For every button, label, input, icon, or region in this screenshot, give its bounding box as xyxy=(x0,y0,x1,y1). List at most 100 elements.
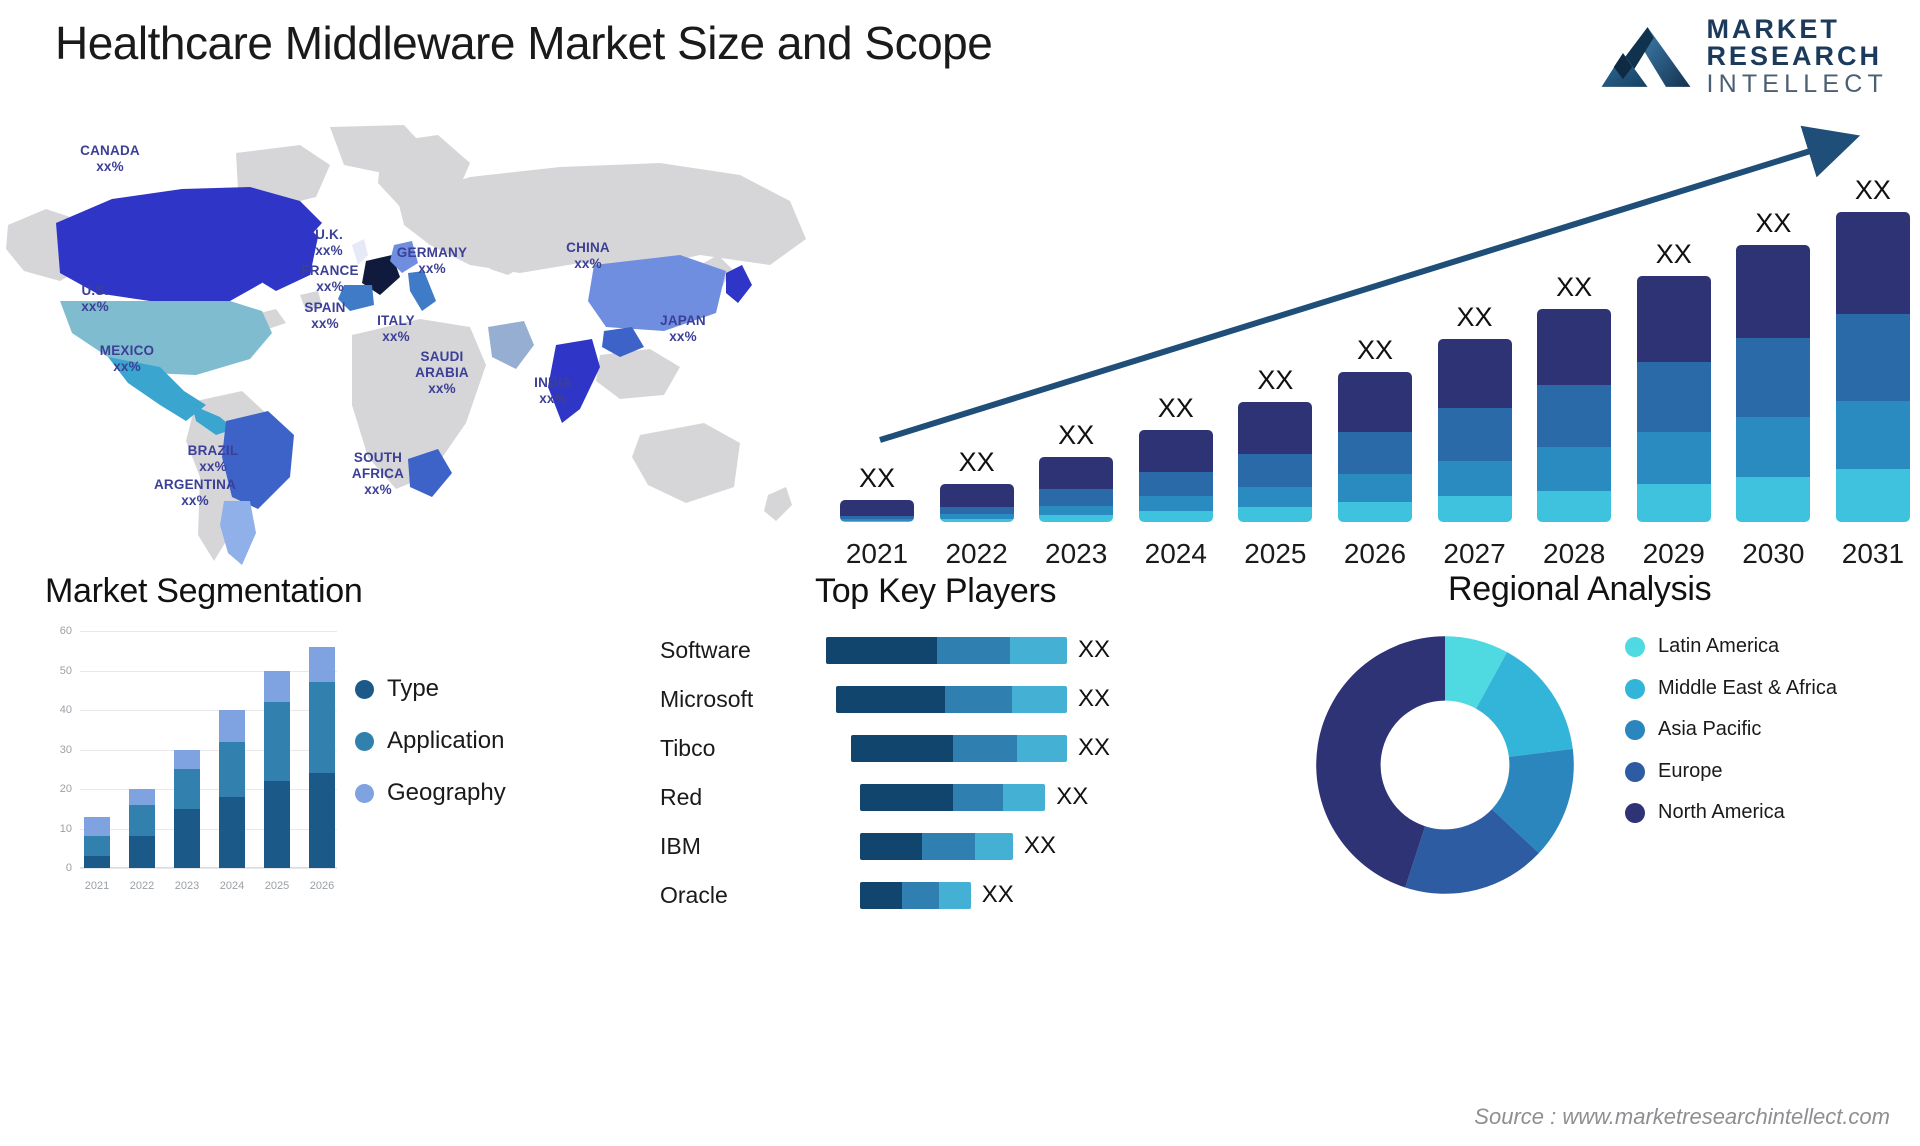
forecast-bar-stack xyxy=(1238,402,1313,522)
legend-dot-icon xyxy=(1625,803,1645,824)
segmentation-y-tick: 10 xyxy=(59,822,72,835)
source-note: Source : www.marketresearchintellect.com xyxy=(1474,1104,1890,1129)
forecast-segment-segment-2 xyxy=(1238,454,1313,487)
player-value-label: XX xyxy=(1077,636,1110,663)
forecast-bar-stack xyxy=(1736,244,1811,522)
forecast-year-2021: 2021 xyxy=(845,538,909,569)
forecast-segment-segment-2 xyxy=(1337,431,1412,475)
player-segment-part-2 xyxy=(952,783,1003,811)
player-row-red: Red XX xyxy=(650,777,1110,817)
regional-legend-label: Asia Pacific xyxy=(1658,718,1762,741)
forecast-segment-segment-2 xyxy=(1636,361,1711,433)
forecast-segment-segment-3 xyxy=(1437,460,1512,497)
player-segment-part-1 xyxy=(836,685,945,713)
forecast-bar-stack xyxy=(840,500,914,522)
forecast-segment-segment-3 xyxy=(1238,486,1313,508)
regional-legend-label: Europe xyxy=(1658,759,1723,782)
legend-dot-icon xyxy=(1625,678,1645,699)
segmentation-x-tick-2025: 2025 xyxy=(264,880,290,892)
logo-line-3: INTELLECT xyxy=(1706,70,1888,98)
forecast-year-2027: 2027 xyxy=(1443,538,1506,569)
world-map: CANADA xx% U.S. xx% MEXICO xx% BRAZIL xx% AR… xyxy=(0,105,830,570)
forecast-bar-label: XX xyxy=(1157,392,1194,423)
forecast-year-2029: 2029 xyxy=(1642,538,1705,569)
forecast-segment-segment-4 xyxy=(1337,501,1412,522)
legend-dot-icon xyxy=(355,783,374,803)
segmentation-gridline xyxy=(80,868,337,869)
map-label-brazil: BRAZIL xx% xyxy=(187,443,239,474)
page-title: Healthcare Middleware Market Size and Sc… xyxy=(55,17,993,69)
forecast-segment-segment-1 xyxy=(1337,371,1412,432)
forecast-segment-segment-4 xyxy=(1736,477,1811,522)
segmentation-legend-label: Application xyxy=(387,727,505,754)
player-value-label: XX xyxy=(1077,685,1110,712)
player-name: Software xyxy=(660,636,751,663)
forecast-segment-segment-3 xyxy=(1736,417,1811,478)
map-label-italy: ITALY xx% xyxy=(377,313,415,344)
player-segment-part-3 xyxy=(974,832,1014,860)
forecast-segment-segment-3 xyxy=(1337,474,1412,502)
forecast-segment-segment-4 xyxy=(840,520,914,522)
player-bar-stack xyxy=(860,832,1014,860)
segmentation-bar-2026 xyxy=(309,631,335,868)
segmentation-segment-type xyxy=(309,773,335,868)
forecast-bar-2022: XX xyxy=(939,447,1014,522)
map-label-mexico: MEXICO xx% xyxy=(99,343,155,374)
forecast-segment-segment-4 xyxy=(1636,483,1711,522)
forecast-segment-segment-2 xyxy=(1537,384,1612,448)
segmentation-segment-geography xyxy=(129,789,155,805)
segmentation-segment-geography xyxy=(174,749,200,770)
forecast-bar-label: XX xyxy=(1456,302,1493,333)
regional-legend-label: North America xyxy=(1658,801,1785,824)
forecast-bar-label: XX xyxy=(1356,334,1393,365)
segmentation-segment-geography xyxy=(219,710,245,742)
regional-legend-label: Latin America xyxy=(1658,635,1780,657)
segmentation-y-tick: 60 xyxy=(59,625,72,637)
forecast-bar-label: XX xyxy=(858,463,896,494)
map-label-south-africa: SOUTH AFRICA xx% xyxy=(351,450,405,497)
forecast-x-axis: 2021 2022 2023 2024 2025 2026 2027 2028 2029 2030… xyxy=(840,538,1910,570)
forecast-year-2022: 2022 xyxy=(945,538,1008,569)
player-segment-part-3 xyxy=(1011,685,1067,713)
logo-line-2: RESEARCH xyxy=(1706,41,1882,71)
forecast-year-2030: 2030 xyxy=(1742,538,1805,569)
regional-legend-item-europe: Europe xyxy=(1625,760,1837,784)
forecast-bar-2027: XX xyxy=(1437,302,1512,522)
player-segment-part-1 xyxy=(851,734,954,762)
segmentation-x-tick-2026: 2026 xyxy=(309,880,335,892)
regional-legend-item-latin-america: Latin America xyxy=(1625,635,1837,659)
forecast-bar-2024: XX xyxy=(1138,392,1213,522)
forecast-year-2025: 2025 xyxy=(1244,538,1307,569)
legend-dot-icon xyxy=(1625,720,1645,741)
forecast-segment-segment-4 xyxy=(1437,496,1512,522)
forecast-bar-stack xyxy=(1039,456,1114,522)
segmentation-bar-2022 xyxy=(129,631,155,868)
player-segment-part-2 xyxy=(922,832,975,860)
segmentation-segment-type xyxy=(174,808,200,868)
forecast-segment-segment-1 xyxy=(1039,456,1114,490)
logo-line-1: MARKET xyxy=(1706,14,1840,44)
forecast-year-2026: 2026 xyxy=(1343,538,1407,569)
segmentation-legend-label: Type xyxy=(387,675,440,702)
forecast-bar-label: XX xyxy=(1854,175,1891,205)
segmentation-segment-application xyxy=(129,804,155,837)
player-bar-stack xyxy=(860,783,1046,811)
forecast-bar-2030: XX xyxy=(1736,208,1811,522)
segmentation-segment-geography xyxy=(264,670,290,703)
player-segment-part-1 xyxy=(826,636,937,664)
forecast-segment-segment-1 xyxy=(840,500,914,516)
segmentation-segment-application xyxy=(84,836,110,857)
forecast-segment-segment-1 xyxy=(1238,402,1313,455)
segmentation-legend-item-geography: Geography xyxy=(355,779,506,807)
player-row-ibm: IBM XX xyxy=(650,826,1110,866)
regional-donut xyxy=(1316,636,1574,894)
player-row-oracle: Oracle XX xyxy=(650,875,1110,915)
forecast-segment-segment-1 xyxy=(939,483,1014,508)
segmentation-plot: 0 10 20 30 40 50 60 2021 2022 2023 2024 2025 2026 xyxy=(40,625,345,900)
legend-dot-icon xyxy=(355,679,374,699)
segmentation-bar-2021 xyxy=(84,631,110,868)
legend-dot-icon xyxy=(1625,637,1645,657)
segmentation-legend-item-type: Type xyxy=(355,675,506,703)
segmentation-bar-2025 xyxy=(264,631,290,868)
legend-dot-icon xyxy=(1625,761,1645,782)
